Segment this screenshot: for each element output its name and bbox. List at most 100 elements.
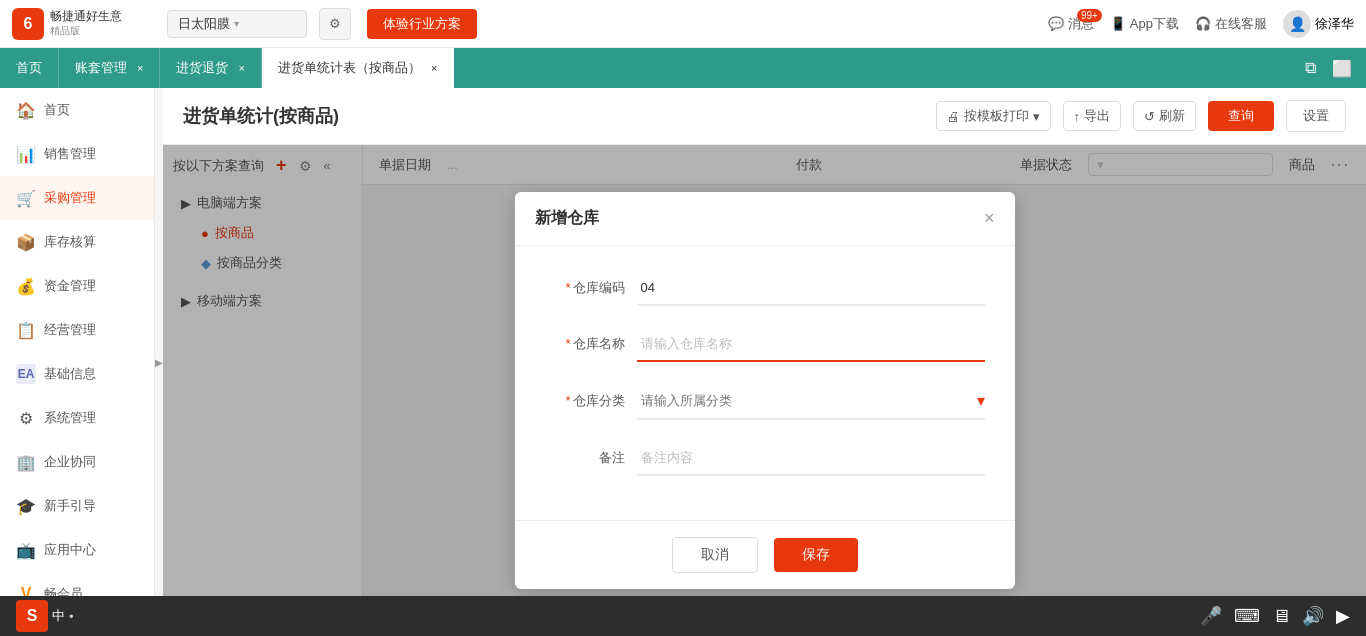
print-button[interactable]: 🖨 按模板打印 ▾ (936, 101, 1051, 131)
keyboard-icon[interactable]: ⌨ (1234, 605, 1260, 627)
dot-icon: • (69, 609, 74, 624)
warehouse-name-input[interactable] (637, 326, 985, 362)
query-button[interactable]: 查询 (1208, 101, 1274, 131)
sidebar-item-purchase[interactable]: 🛒 采购管理 (0, 176, 154, 220)
name-label: *仓库名称 (545, 335, 625, 353)
sidebar-item-operations[interactable]: 📋 经营管理 (0, 308, 154, 352)
tab-account-management[interactable]: 账套管理 × (59, 48, 160, 88)
sidebar-item-sales[interactable]: 📊 销售管理 (0, 132, 154, 176)
sidebar-item-enterprise-label: 企业协同 (44, 453, 138, 471)
main-layout: 🏠 首页 📊 销售管理 🛒 采购管理 📦 库存核算 💰 资金管理 📋 经营管理 … (0, 88, 1366, 636)
tab-purchase-stats[interactable]: 进货单统计表（按商品） × (262, 48, 454, 88)
app-download-button[interactable]: 📱 App下载 (1110, 15, 1179, 33)
tab-purchase-stats-close[interactable]: × (431, 62, 437, 74)
modal-footer: 取消 保存 (515, 520, 1015, 589)
system-icon: ⚙ (16, 408, 36, 428)
refresh-button[interactable]: ↺ 刷新 (1133, 101, 1196, 131)
tab-account-management-close[interactable]: × (137, 62, 143, 74)
code-label: *仓库编码 (545, 279, 625, 297)
message-icon: 💬 (1048, 16, 1064, 31)
volume-icon[interactable]: 🔊 (1302, 605, 1324, 627)
sidebar-item-sales-label: 销售管理 (44, 145, 138, 163)
content-body: 按以下方案查询 + ⚙ « ▶ 电脑端方案 ● 按商品 ◆ 按商品 (163, 145, 1366, 636)
tab-bar-buttons: ⧉ ⬜ (1299, 55, 1366, 82)
sidebar-item-purchase-label: 采购管理 (44, 189, 138, 207)
sales-icon: 📊 (16, 144, 36, 164)
enterprise-icon: 🏢 (16, 452, 36, 472)
sidebar-item-enterprise[interactable]: 🏢 企业协同 (0, 440, 154, 484)
modal-overlay: 新增仓库 × *仓库编码 (163, 145, 1366, 636)
warehouse-code-input[interactable] (637, 270, 985, 306)
logo-icon: 6 (12, 8, 44, 40)
sidebar-item-apps[interactable]: 📺 应用中心 (0, 528, 154, 572)
tab-home[interactable]: 首页 (0, 48, 59, 88)
modal-title: 新增仓库 (535, 208, 599, 229)
set-button[interactable]: 设置 (1286, 100, 1346, 132)
sidebar-item-inventory-label: 库存核算 (44, 233, 138, 251)
online-service-button[interactable]: 🎧 在线客服 (1195, 15, 1267, 33)
warehouse-remark-input[interactable] (637, 440, 985, 476)
purchase-icon: 🛒 (16, 188, 36, 208)
modal-body: *仓库编码 *仓库名称 (515, 246, 1015, 520)
message-badge: 99+ (1077, 9, 1102, 22)
tab-restore-button[interactable]: ⧉ (1299, 55, 1322, 81)
tab-account-management-label: 账套管理 (75, 59, 127, 77)
collapse-icon: ▶ (155, 357, 163, 368)
tab-expand-button[interactable]: ⬜ (1326, 55, 1358, 82)
tab-purchase-return-close[interactable]: × (238, 62, 244, 74)
sidebar-item-inventory[interactable]: 📦 库存核算 (0, 220, 154, 264)
save-button[interactable]: 保存 (774, 538, 858, 572)
warehouse-category-input[interactable] (637, 382, 977, 418)
headset-icon: 🎧 (1195, 16, 1211, 31)
tab-bar: 首页 账套管理 × 进货退货 × 进货单统计表（按商品） × ⧉ ⬜ (0, 48, 1366, 88)
content-area: 进货单统计(按商品) 🖨 按模板打印 ▾ ↑ 导出 ↺ 刷新 查询 设置 (163, 88, 1366, 636)
category-label: *仓库分类 (545, 392, 625, 410)
cancel-button[interactable]: 取消 (672, 537, 758, 573)
store-selector[interactable]: 日太阳膜 ▾ (167, 10, 307, 38)
export-icon: ↑ (1074, 109, 1081, 124)
top-bar-actions: ⚙ 体验行业方案 (319, 8, 477, 40)
mic-icon[interactable]: 🎤 (1200, 605, 1222, 627)
store-dropdown-arrow: ▾ (234, 18, 239, 29)
form-row-remark: 备注 (545, 440, 985, 476)
sidebar-item-finance[interactable]: 💰 资金管理 (0, 264, 154, 308)
play-icon[interactable]: ▶ (1336, 605, 1350, 627)
monitor-icon[interactable]: 🖥 (1272, 606, 1290, 627)
form-row-category: *仓库分类 ▾ (545, 382, 985, 420)
tab-purchase-stats-label: 进货单统计表（按商品） (278, 59, 421, 77)
sidebar-item-finance-label: 资金管理 (44, 277, 138, 295)
print-label: 按模板打印 (964, 107, 1029, 125)
sidebar-item-guide[interactable]: 🎓 新手引导 (0, 484, 154, 528)
language-indicator: 中 (52, 607, 65, 625)
experience-button[interactable]: 体验行业方案 (367, 9, 477, 39)
logo-sub: 精品版 (50, 24, 122, 38)
form-row-code: *仓库编码 (545, 270, 985, 306)
export-button[interactable]: ↑ 导出 (1063, 101, 1122, 131)
tab-purchase-return[interactable]: 进货退货 × (160, 48, 261, 88)
bottom-logo: S 中 • (16, 600, 74, 632)
modal-close-button[interactable]: × (984, 208, 995, 229)
sidebar-item-system[interactable]: ⚙ 系统管理 (0, 396, 154, 440)
user-menu[interactable]: 👤 徐泽华 (1283, 10, 1354, 38)
top-bar: 6 畅捷通好生意 精品版 日太阳膜 ▾ ⚙ 体验行业方案 💬 消息 99+ 📱 … (0, 0, 1366, 48)
settings-button[interactable]: ⚙ (319, 8, 351, 40)
s-logo: S (16, 600, 48, 632)
sidebar-item-basic-info[interactable]: EA 基础信息 (0, 352, 154, 396)
category-dropdown-arrow[interactable]: ▾ (977, 391, 985, 410)
messages-button[interactable]: 💬 消息 99+ (1048, 15, 1094, 33)
sidebar-collapse-button[interactable]: ▶ (155, 88, 163, 636)
sidebar-item-home-label: 首页 (44, 101, 138, 119)
store-name: 日太阳膜 (178, 15, 230, 33)
logo-area: 6 畅捷通好生意 精品版 (12, 8, 167, 40)
required-star-category: * (565, 393, 570, 408)
page-header: 进货单统计(按商品) 🖨 按模板打印 ▾ ↑ 导出 ↺ 刷新 查询 设置 (163, 88, 1366, 145)
basic-info-icon: EA (16, 364, 36, 384)
mobile-icon: 📱 (1110, 16, 1126, 31)
sidebar-item-home[interactable]: 🏠 首页 (0, 88, 154, 132)
tab-purchase-return-label: 进货退货 (176, 59, 228, 77)
add-warehouse-modal: 新增仓库 × *仓库编码 (515, 192, 1015, 589)
bottom-bar: S 中 • 🎤 ⌨ 🖥 🔊 ▶ (0, 596, 1366, 636)
page-title: 进货单统计(按商品) (183, 104, 339, 128)
page-header-actions: 🖨 按模板打印 ▾ ↑ 导出 ↺ 刷新 查询 设置 (936, 100, 1347, 132)
operations-icon: 📋 (16, 320, 36, 340)
